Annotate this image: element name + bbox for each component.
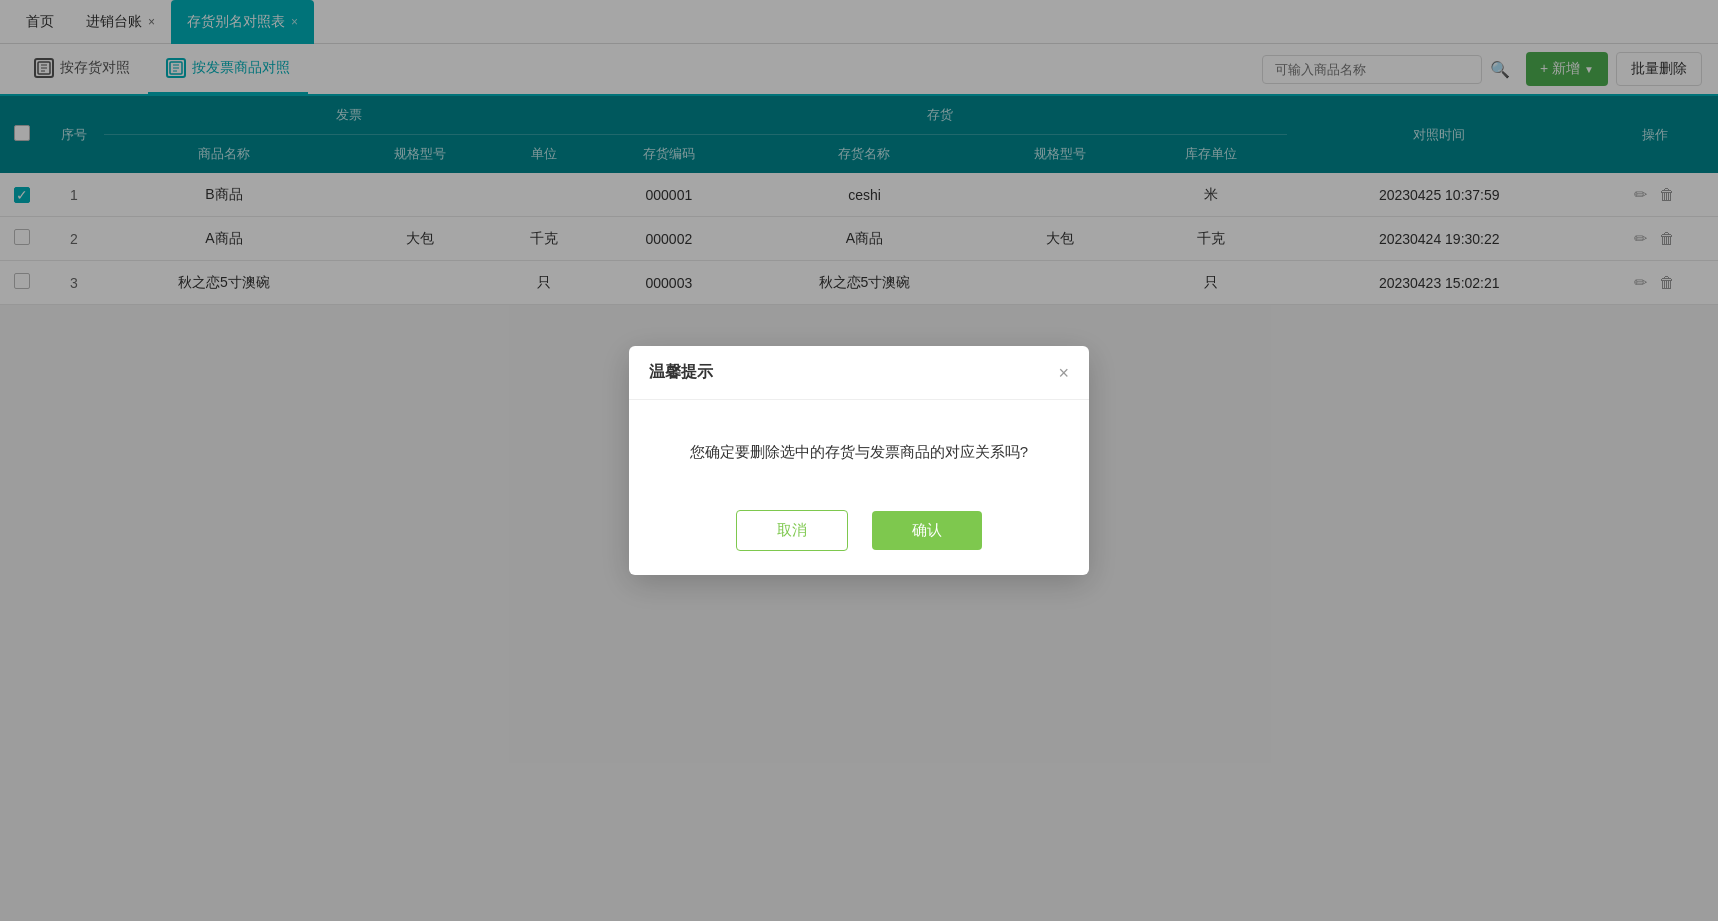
modal-overlay: 温馨提示 × 您确定要删除选中的存货与发票商品的对应关系吗? 取消 确认 <box>0 0 1718 305</box>
